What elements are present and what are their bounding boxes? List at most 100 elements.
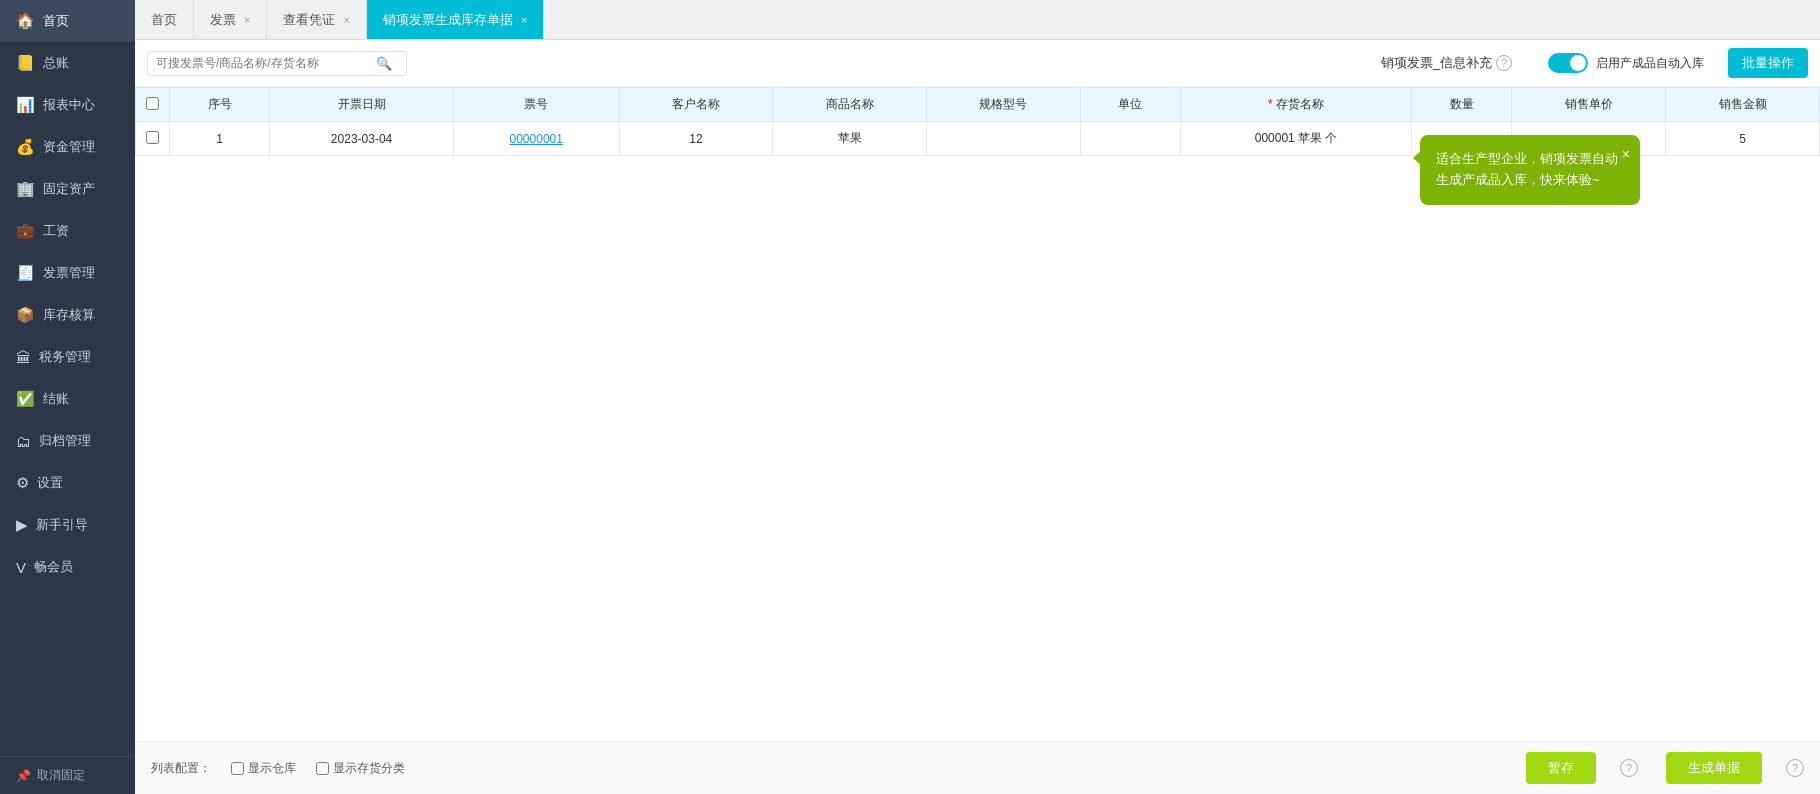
table-wrap: 序号 开票日期 票号 客户名称 商品名称 [135,87,1820,741]
info-label: 销项发票_信息补充 ? [1381,54,1512,72]
settings-icon: ⚙ [16,474,29,492]
sidebar-item-label: 结账 [43,390,69,408]
tab-invoice-label: 发票 [210,11,236,29]
sidebar-item-funds[interactable]: 💰 资金管理 [0,126,135,168]
row-checkbox[interactable] [146,131,159,144]
batch-button[interactable]: 批量操作 [1728,48,1808,78]
sidebar-item-label: 报表中心 [43,96,95,114]
col-ticket-no: 票号 [453,88,619,122]
toggle-area: 启用产成品自动入库 [1548,53,1704,73]
sidebar-item-ledger[interactable]: 📒 总账 [0,42,135,84]
tab-home[interactable]: 首页 [135,0,194,39]
show-warehouse-checkbox[interactable] [231,762,244,775]
sidebar-item-salary[interactable]: 💼 工资 [0,210,135,252]
sidebar-item-guide[interactable]: ▶ 新手引导 [0,504,135,546]
sidebar-item-reports[interactable]: 📊 报表中心 [0,84,135,126]
tooltip-text: 适合生产型企业，销项发票自动生成产成品入库，快来体验~ [1436,151,1618,187]
sidebar-item-invoice-mgmt[interactable]: 🧾 发票管理 [0,252,135,294]
tooltip-popup: × 适合生产型企业，销项发票自动生成产成品入库，快来体验~ [1420,135,1640,205]
generate-button[interactable]: 生成单据 [1666,752,1762,784]
toolbar: 🔍 销项发票_信息补充 ? 启用产成品自动入库 批量操作 [135,40,1820,87]
sidebar-bottom: 📌 取消固定 [0,756,135,794]
pin-icon: 📌 [16,769,31,783]
info-help-icon[interactable]: ? [1496,55,1512,71]
tab-home-label: 首页 [151,11,177,29]
sidebar-item-settings[interactable]: ⚙ 设置 [0,462,135,504]
sidebar-item-label: 归档管理 [39,432,91,450]
show-warehouse-check[interactable]: 显示仓库 [231,760,296,777]
archive-icon: 🗂 [16,433,31,450]
tab-bar: 首页 发票 × 查看凭证 × 销项发票生成库存单据 × [135,0,1820,40]
cell-amount: 5 [1666,122,1820,156]
info-label-text: 销项发票_信息补充 [1381,54,1492,72]
tab-cancel-invoice-close[interactable]: × [521,14,527,26]
tax-icon: 🏛 [16,349,31,366]
salary-icon: 💼 [16,222,35,240]
sidebar-item-tax[interactable]: 🏛 税务管理 [0,336,135,378]
ledger-icon: 📒 [16,54,35,72]
save-help-icon[interactable]: ? [1620,759,1638,777]
sidebar-item-label: 资金管理 [43,138,95,156]
cell-ticket-no[interactable]: 00000001 [453,122,619,156]
search-input[interactable] [156,56,376,70]
tooltip-close-button[interactable]: × [1622,143,1630,165]
sidebar-item-label: 固定资产 [43,180,95,198]
settle-icon: ✅ [16,390,35,408]
show-category-label: 显示存货分类 [333,760,405,777]
save-button[interactable]: 暂存 [1526,752,1596,784]
sidebar-item-label: 工资 [43,222,69,240]
cell-customer: 12 [619,122,773,156]
sidebar-item-inventory[interactable]: 📦 库存核算 [0,294,135,336]
tab-cancel-invoice[interactable]: 销项发票生成库存单据 × [367,0,544,39]
col-date: 开票日期 [270,88,454,122]
auto-warehouse-toggle[interactable] [1548,53,1588,73]
tooltip-pointer [1413,151,1421,165]
reports-icon: 📊 [16,96,35,114]
col-customer: 客户名称 [619,88,773,122]
inventory-icon: 📦 [16,306,35,324]
sidebar-item-vip[interactable]: V 畅会员 [0,546,135,588]
footer: 列表配置： 显示仓库 显示存货分类 暂存 ? 生成单据 ? [135,741,1820,794]
tab-invoice-close[interactable]: × [244,14,250,26]
col-unit: 单位 [1080,88,1180,122]
tab-invoice[interactable]: 发票 × [194,0,267,39]
funds-icon: 💰 [16,138,35,156]
tab-voucher-close[interactable]: × [343,14,349,26]
col-inventory-name: * 存货名称 [1181,88,1412,122]
tab-voucher[interactable]: 查看凭证 × [267,0,366,39]
search-icon: 🔍 [376,56,392,71]
cell-unit [1080,122,1180,156]
search-box[interactable]: 🔍 [147,51,407,76]
vip-icon: V [16,559,26,576]
sidebar-item-label: 设置 [37,474,63,492]
main-area: 首页 发票 × 查看凭证 × 销项发票生成库存单据 × 🔍 销项发票_信息补充 … [135,0,1820,794]
content-area: 🔍 销项发票_信息补充 ? 启用产成品自动入库 批量操作 [135,40,1820,794]
sidebar-item-label: 总账 [43,54,69,72]
tab-cancel-invoice-label: 销项发票生成库存单据 [383,11,513,29]
row-checkbox-cell [136,122,170,156]
pin-toggle[interactable]: 📌 取消固定 [0,757,135,794]
sidebar-item-label: 税务管理 [39,348,91,366]
select-all-checkbox[interactable] [146,97,159,110]
col-qty: 数量 [1412,88,1512,122]
col-price: 销售单价 [1512,88,1666,122]
col-seq: 序号 [170,88,270,122]
sidebar-item-settle[interactable]: ✅ 结账 [0,378,135,420]
col-checkbox [136,88,170,122]
home-icon: 🏠 [16,12,35,30]
list-config-label: 列表配置： [151,760,211,777]
generate-help-icon[interactable]: ? [1786,759,1804,777]
tab-voucher-label: 查看凭证 [283,11,335,29]
col-amount: 销售金额 [1666,88,1820,122]
show-category-checkbox[interactable] [316,762,329,775]
sidebar-item-archive[interactable]: 🗂 归档管理 [0,420,135,462]
sidebar-item-home[interactable]: 🏠 首页 [0,0,135,42]
sidebar-item-label: 发票管理 [43,264,95,282]
col-model: 规格型号 [927,88,1081,122]
cell-product-name: 苹果 [773,122,927,156]
sidebar-item-fixed-assets[interactable]: 🏢 固定资产 [0,168,135,210]
guide-icon: ▶ [16,516,28,534]
table-header-row: 序号 开票日期 票号 客户名称 商品名称 [136,88,1820,122]
sidebar-item-label: 库存核算 [43,306,95,324]
show-category-check[interactable]: 显示存货分类 [316,760,405,777]
